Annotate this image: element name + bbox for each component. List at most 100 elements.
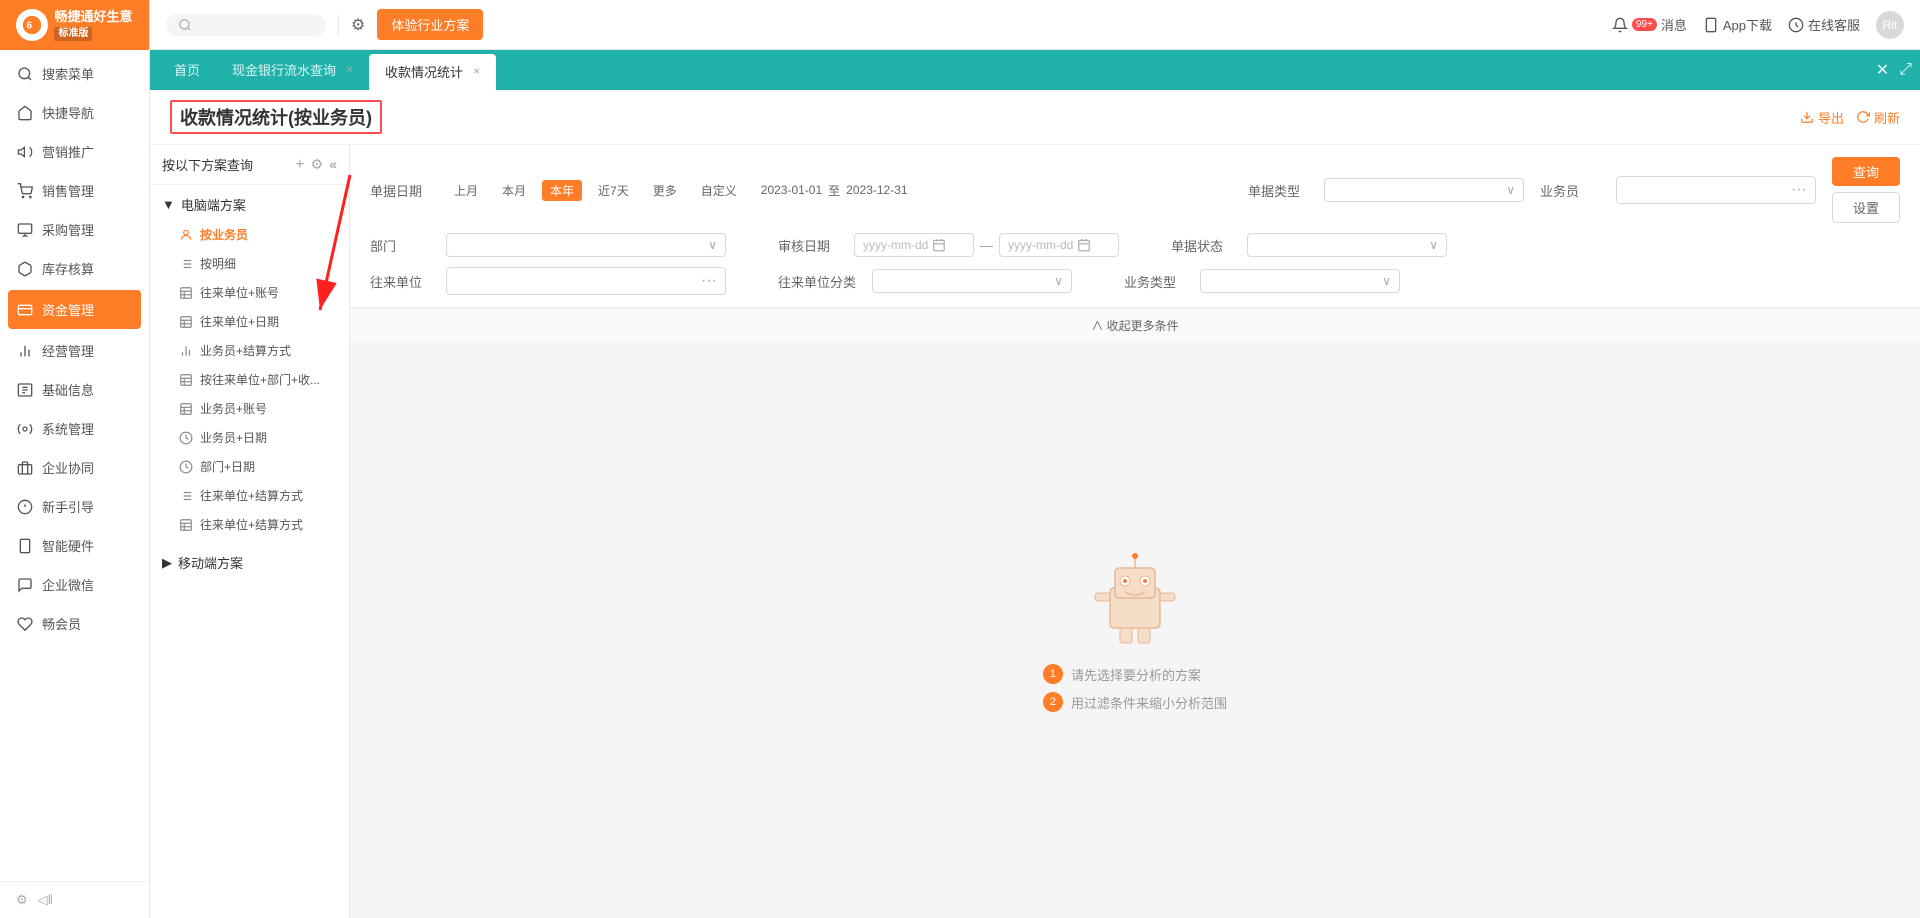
doc-status-arrow-icon: ∨ [1429,238,1438,252]
biz-type-arrow-icon: ∨ [1382,274,1391,288]
pc-schemes-title[interactable]: ▼ 电脑端方案 [150,189,349,220]
user-avatar[interactable]: Rit [1876,11,1904,39]
audit-date-start[interactable]: yyyy-mm-dd [854,233,974,257]
sidebar-item-wechat[interactable]: 企业微信 [0,565,149,604]
table-icon-4 [178,401,194,417]
sidebar-item-search[interactable]: 搜索菜单 [0,54,149,93]
doc-type-arrow-icon: ∨ [1506,183,1515,197]
scheme-dept-date[interactable]: 部门+日期 [150,452,349,481]
tab-collection-stat-close[interactable]: × [473,64,480,78]
topbar-gear-icon[interactable]: ⚙ [351,15,365,35]
topbar-search[interactable] [166,14,326,36]
scheme-supplier-account[interactable]: 往来单位+账号 [150,278,349,307]
doc-status-select[interactable]: ∨ [1247,233,1447,257]
supplier-select[interactable]: ··· [446,267,726,295]
trial-button[interactable]: 体验行业方案 [377,9,483,40]
sidebar-item-sales[interactable]: 销售管理 [0,171,149,210]
sidebar-item-enterprise[interactable]: 企业协同 [0,448,149,487]
system-icon [16,420,34,438]
bell-icon [1612,17,1628,33]
query-button[interactable]: 查询 [1832,157,1900,186]
scheme-supplier-dept[interactable]: 按往来单位+部门+收... [150,365,349,394]
filter-action-buttons: 查询 设置 [1832,157,1900,223]
collapse-panel-icon[interactable]: « [329,156,337,174]
clock-icon-2 [178,459,194,475]
left-panel: 按以下方案查询 + ⚙ « ▼ 电脑端方案 按业务员 [150,145,350,918]
sidebar-item-system[interactable]: 系统管理 [0,409,149,448]
date-btn-last-month[interactable]: 上月 [446,180,486,201]
dept-select[interactable]: ∨ [446,233,726,257]
messages-badge[interactable]: 99+ 消息 [1612,15,1687,34]
hint-num-2: 2 [1043,692,1063,712]
enterprise-icon [16,459,34,477]
date-btn-this-month[interactable]: 本月 [494,180,534,201]
supplier-category-select[interactable]: ∨ [872,269,1072,293]
tab-expand-icon[interactable]: ⤢ [1899,61,1912,79]
tab-right-actions: ✕ ⤢ [1876,50,1912,90]
sidebar-item-member[interactable]: 畅会员 [0,604,149,643]
supplier-label: 往来单位 [370,272,430,291]
page-header: 收款情况统计(按业务员) 导出 刷新 [150,90,1920,145]
info-icon [16,381,34,399]
sidebar-item-marketing[interactable]: 营销推广 [0,132,149,171]
scheme-salesman-date[interactable]: 业务员+日期 [150,423,349,452]
filter-settings-button[interactable]: 设置 [1832,192,1900,223]
tab-home[interactable]: 首页 [158,50,216,90]
export-button[interactable]: 导出 [1800,108,1844,127]
refresh-icon [1856,110,1870,124]
add-scheme-button[interactable]: + [295,156,304,174]
audit-date-end[interactable]: yyyy-mm-dd [999,233,1119,257]
date-btn-this-year[interactable]: 本年 [542,180,582,201]
calendar-icon-2 [1077,238,1091,252]
sidebar-item-inventory[interactable]: 库存核算 [0,249,149,288]
scheme-by-salesman[interactable]: 按业务员 [150,220,349,249]
tab-bank-flow-close[interactable]: × [346,62,353,76]
wechat-icon [16,576,34,594]
scheme-supplier-payment2[interactable]: 往来单位+结算方式 [150,510,349,539]
sidebar-item-basic-info[interactable]: 基础信息 [0,370,149,409]
page-actions: 导出 刷新 [1800,108,1900,127]
sidebar-item-hardware[interactable]: 智能硬件 [0,526,149,565]
supplier-category-label: 往来单位分类 [778,272,856,291]
sidebar-item-quick-nav[interactable]: 快捷导航 [0,93,149,132]
tab-close-all-icon[interactable]: ✕ [1876,60,1889,80]
date-btn-last7[interactable]: 近7天 [590,180,637,201]
collapse-footer-icon[interactable]: ◁‖ [38,892,53,908]
triangle-down-icon: ▼ [162,197,175,212]
date-end[interactable]: 2023-12-31 [846,183,907,197]
sidebar-item-purchase[interactable]: 采购管理 [0,210,149,249]
scheme-supplier-date[interactable]: 往来单位+日期 [150,307,349,336]
date-btn-custom[interactable]: 自定义 [693,180,745,201]
sidebar-item-finance[interactable]: 资金管理 [8,290,141,329]
date-start[interactable]: 2023-01-01 [761,183,822,197]
empty-hint-2: 2 用过滤条件来缩小分析范围 [1043,692,1227,712]
doc-type-select[interactable]: ∨ [1324,178,1524,202]
mobile-schemes-title[interactable]: ▶ 移动端方案 [150,547,349,578]
scheme-by-detail[interactable]: 按明细 [150,249,349,278]
empty-state: 1 请先选择要分析的方案 2 用过滤条件来缩小分析范围 [350,342,1920,918]
online-service-link[interactable]: 在线客服 [1788,15,1860,34]
table-icon-5 [178,517,194,533]
audit-date-label: 审核日期 [778,236,838,255]
app-download-link[interactable]: App下载 [1703,15,1772,34]
topbar: ⚙ 体验行业方案 99+ 消息 App下载 在线客服 Rit [150,0,1920,50]
scheme-supplier-payment1[interactable]: 往来单位+结算方式 [150,481,349,510]
date-range-input: 2023-01-01 至 2023-12-31 [761,182,908,199]
collapse-more-button[interactable]: ∧ 收起更多条件 [350,308,1920,342]
hint-num-1: 1 [1043,664,1063,684]
sidebar-item-operations[interactable]: 经营管理 [0,331,149,370]
right-panel: 单据日期 上月 本月 本年 近7天 更多 自定义 2023-01-01 至 20… [350,145,1920,918]
scheme-settings-icon[interactable]: ⚙ [311,156,324,174]
settings-footer-icon[interactable]: ⚙ [16,892,28,908]
tab-bank-flow[interactable]: 现金银行流水查询 × [216,50,369,90]
salesman-select[interactable]: ··· [1616,176,1816,204]
date-btn-more[interactable]: 更多 [645,180,685,201]
business-type-select[interactable]: ∨ [1200,269,1400,293]
refresh-button[interactable]: 刷新 [1856,108,1900,127]
headset-icon [1788,17,1804,33]
tabbar: 首页 现金银行流水查询 × 收款情况统计 × ✕ ⤢ [150,50,1920,90]
scheme-salesman-account[interactable]: 业务员+账号 [150,394,349,423]
sidebar-item-guide[interactable]: 新手引导 [0,487,149,526]
scheme-salesman-payment[interactable]: 业务员+结算方式 [150,336,349,365]
tab-collection-stat[interactable]: 收款情况统计 × [369,54,496,90]
